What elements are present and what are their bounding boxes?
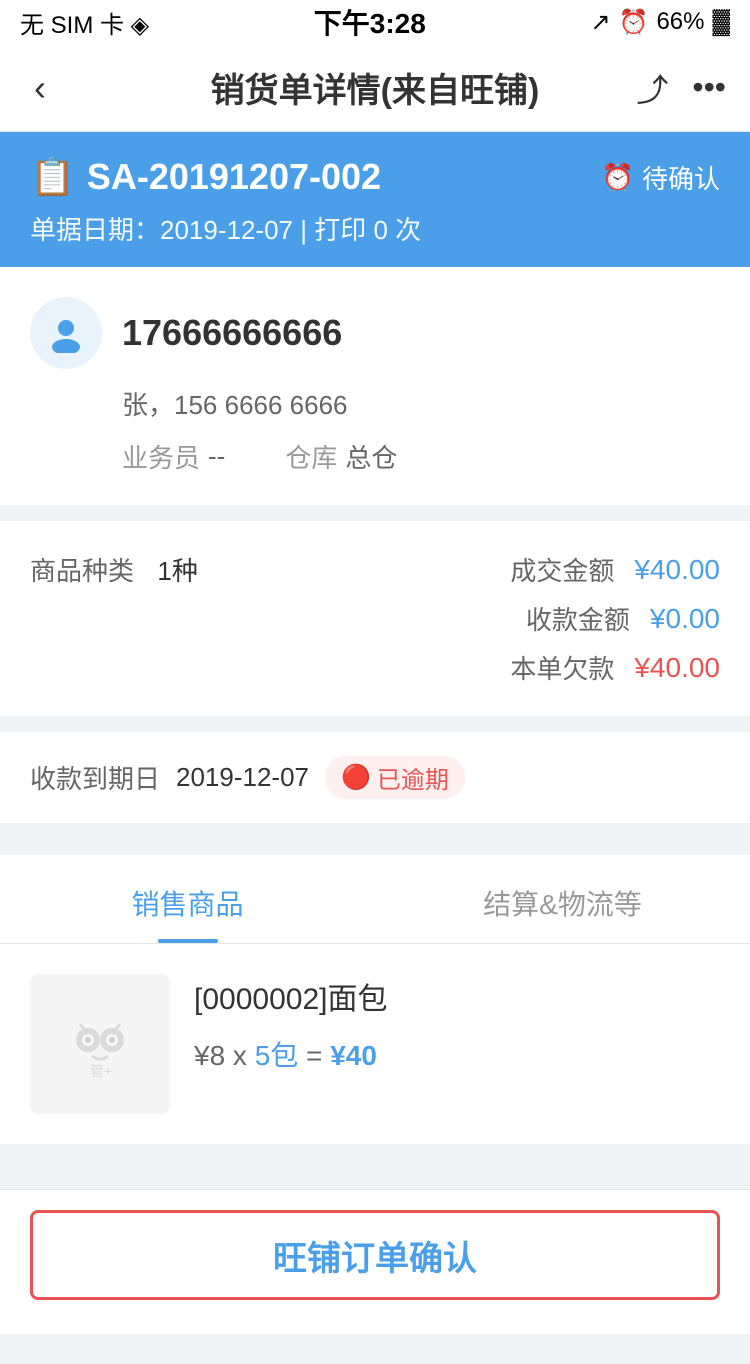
- tab-sales-products[interactable]: 销售商品: [0, 855, 375, 943]
- order-header: 📋 SA-20191207-002 ⏰ 待确认 单据日期：2019-12-07 …: [0, 132, 750, 267]
- divider-3: [0, 823, 750, 839]
- overdue-text: 已逾期: [377, 760, 449, 795]
- due-date-value: 2019-12-07: [176, 762, 309, 793]
- received-amount-label: 收款金额: [526, 600, 630, 637]
- page-title: 销货单详情(来自旺铺): [211, 63, 540, 112]
- warehouse-value: 总仓: [345, 438, 397, 475]
- sim-status: 无 SIM 卡 ◈: [20, 5, 149, 40]
- product-info: [0000002]面包 ¥8 x 5包 = ¥40: [194, 974, 720, 1074]
- customer-section: 17666666666 张，156 6666 6666 业务员 -- 仓库 总仓: [0, 267, 750, 505]
- confirm-order-button[interactable]: 旺铺订单确认: [30, 1210, 720, 1300]
- customer-avatar: [30, 297, 102, 369]
- warehouse-label: 仓库: [285, 438, 337, 475]
- order-id: 📋 SA-20191207-002: [30, 156, 381, 198]
- svg-text:管+: 管+: [90, 1063, 112, 1079]
- status-clock-icon: ⏰: [602, 162, 634, 193]
- product-thumbnail: 管+: [30, 974, 170, 1114]
- order-date: 单据日期：2019-12-07 | 打印 0 次: [30, 210, 720, 247]
- product-type-label: 商品种类: [30, 556, 134, 586]
- back-button[interactable]: ‹: [24, 57, 56, 119]
- nav-actions: ⤴ •••: [636, 65, 726, 111]
- product-type-value: 1种: [157, 556, 197, 586]
- overdue-badge: 🔴 已逾期: [325, 756, 465, 799]
- tab-settlement[interactable]: 结算&物流等: [375, 855, 750, 943]
- customer-meta: 业务员 -- 仓库 总仓: [30, 438, 720, 475]
- tabs-section: 销售商品 结算&物流等 管+: [0, 855, 750, 1144]
- due-amount-label: 本单欠款: [510, 649, 614, 686]
- share-icon[interactable]: ⤴: [636, 65, 668, 111]
- received-amount-value: ¥0.00: [650, 603, 720, 635]
- due-amount-value: ¥40.00: [634, 652, 720, 684]
- product-item: 管+ [0000002]面包 ¥8 x 5包 = ¥40: [30, 974, 720, 1114]
- bottom-bar: 旺铺订单确认: [0, 1189, 750, 1334]
- alarm-icon: ⏰: [619, 8, 649, 37]
- status-right: ↗ ⏰ 66% ▓: [590, 8, 730, 37]
- order-id-text: SA-20191207-002: [87, 156, 381, 198]
- tabs-header: 销售商品 结算&物流等: [0, 855, 750, 944]
- more-icon[interactable]: •••: [692, 69, 726, 106]
- due-date-label: 收款到期日: [30, 759, 160, 796]
- status-bar: 无 SIM 卡 ◈ 下午3:28 ↗ ⏰ 66% ▓: [0, 0, 750, 44]
- order-icon: 📋: [30, 156, 75, 198]
- product-name: [0000002]面包: [194, 974, 720, 1018]
- nav-bar: ‹ 销货单详情(来自旺铺) ⤴ •••: [0, 44, 750, 132]
- location-icon: ↗: [590, 8, 610, 37]
- divider-2: [0, 716, 750, 732]
- product-price: ¥8 x 5包 = ¥40: [194, 1034, 720, 1074]
- status-left: 无 SIM 卡 ◈: [20, 5, 149, 40]
- customer-phone: 17666666666: [122, 312, 342, 354]
- deal-amount-label: 成交金额: [510, 551, 614, 588]
- battery-icon: ▓: [712, 8, 730, 36]
- amount-section: 商品种类 1种 成交金额 ¥40.00 收款金额 ¥0.00 本单欠款 ¥40.…: [0, 521, 750, 716]
- order-status: ⏰ 待确认: [602, 159, 720, 196]
- status-time: 下午3:28: [314, 2, 426, 42]
- status-text: 待确认: [642, 159, 720, 196]
- deal-amount-value: ¥40.00: [634, 554, 720, 586]
- customer-name-info: 张，156 6666 6666: [30, 385, 720, 422]
- overdue-icon: 🔴: [341, 763, 371, 792]
- product-section: 管+ [0000002]面包 ¥8 x 5包 = ¥40: [0, 944, 750, 1144]
- due-section: 收款到期日 2019-12-07 🔴 已逾期: [0, 732, 750, 823]
- divider-1: [0, 505, 750, 521]
- sales-value: --: [208, 441, 225, 472]
- sales-label: 业务员: [122, 438, 200, 475]
- battery-level: 66%: [656, 8, 704, 36]
